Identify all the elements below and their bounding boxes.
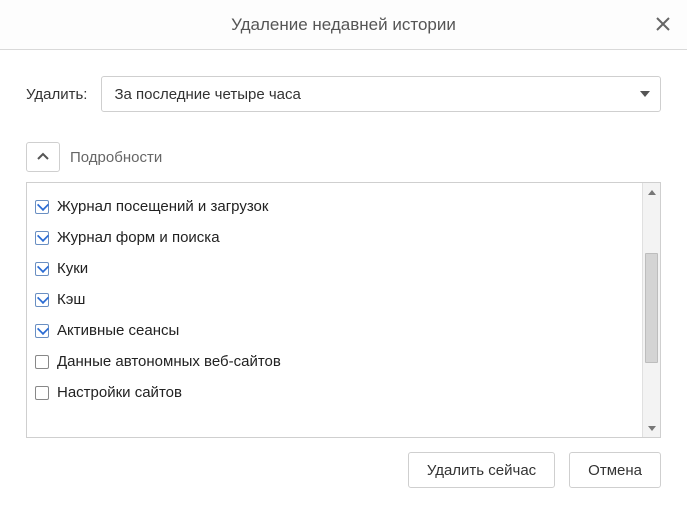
chevron-up-icon [37,151,49,163]
list-item-label: Данные автономных веб-сайтов [57,353,281,370]
time-range-select[interactable]: За последние четыре часа [101,76,661,112]
chevron-down-icon [640,91,650,97]
triangle-up-icon [648,190,656,195]
checkbox[interactable] [35,262,49,276]
details-list: Журнал посещений и загрузок Журнал форм и… [27,183,642,437]
scroll-down-button[interactable] [643,419,660,437]
list-item-label: Куки [57,260,88,277]
scroll-up-button[interactable] [643,183,660,201]
details-header: Подробности [26,142,661,172]
details-expander-button[interactable] [26,142,60,172]
list-item[interactable]: Настройки сайтов [33,377,636,408]
list-item[interactable]: Журнал посещений и загрузок [33,191,636,222]
cancel-button[interactable]: Отмена [569,452,661,488]
list-item-label: Кэш [57,291,85,308]
list-item-label: Активные сеансы [57,322,179,339]
list-item[interactable]: Журнал форм и поиска [33,222,636,253]
dialog-content: Удалить: За последние четыре часа Подроб… [0,50,687,438]
dialog-footer: Удалить сейчас Отмена [0,438,687,488]
scrollbar[interactable] [642,183,660,437]
details-label: Подробности [70,149,162,166]
triangle-down-icon [648,426,656,431]
details-list-container: Журнал посещений и загрузок Журнал форм и… [26,182,661,438]
checkbox[interactable] [35,200,49,214]
delete-now-button[interactable]: Удалить сейчас [408,452,555,488]
close-icon[interactable] [653,14,673,34]
list-item[interactable]: Активные сеансы [33,315,636,346]
checkbox[interactable] [35,386,49,400]
checkbox[interactable] [35,293,49,307]
time-range-row: Удалить: За последние четыре часа [26,76,661,112]
checkbox[interactable] [35,355,49,369]
time-range-label: Удалить: [26,86,87,103]
time-range-value: За последние четыре часа [114,86,300,103]
list-item[interactable]: Куки [33,253,636,284]
list-item[interactable]: Кэш [33,284,636,315]
list-item-label: Журнал форм и поиска [57,229,220,246]
list-item-label: Настройки сайтов [57,384,182,401]
checkbox[interactable] [35,231,49,245]
list-item-label: Журнал посещений и загрузок [57,198,268,215]
dialog-title: Удаление недавней истории [231,15,456,35]
checkbox[interactable] [35,324,49,338]
titlebar: Удаление недавней истории [0,0,687,50]
scroll-thumb[interactable] [645,253,658,363]
list-item[interactable]: Данные автономных веб-сайтов [33,346,636,377]
